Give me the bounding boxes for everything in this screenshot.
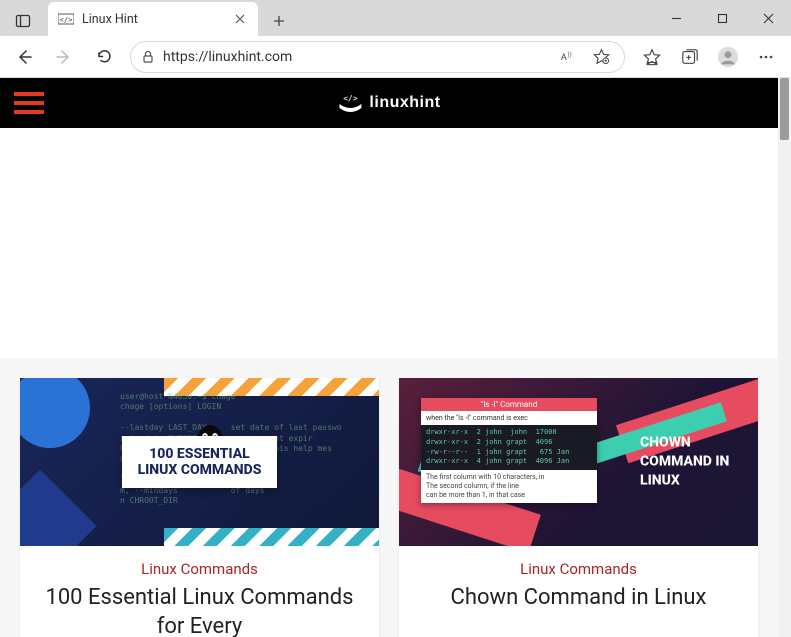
- back-button[interactable]: [6, 39, 42, 75]
- page-content: </> linuxhint user@host-N4050:~$ chage c…: [0, 78, 778, 637]
- tab-strip: </> Linux Hint: [6, 0, 294, 36]
- refresh-button[interactable]: [86, 39, 122, 75]
- close-window-button[interactable]: [745, 0, 791, 36]
- article-body: Linux Commands 100 Essential Linux Comma…: [20, 546, 379, 637]
- mini-window: "ls -l" Command when the "ls -l" command…: [421, 398, 597, 503]
- forward-button[interactable]: [46, 39, 82, 75]
- collections-button[interactable]: [671, 39, 709, 75]
- browser-titlebar: </> Linux Hint: [0, 0, 791, 36]
- minimize-button[interactable]: [653, 0, 699, 36]
- svg-text:</>: </>: [343, 94, 358, 103]
- hamburger-bar-icon: [14, 92, 44, 96]
- banner-line: LINUX COMMANDS: [138, 462, 262, 478]
- window-controls: [653, 0, 791, 36]
- ad-space: [0, 128, 778, 358]
- svg-text:)): )): [567, 52, 571, 59]
- article-card[interactable]: user@host-N4050:~$ chage chage [options]…: [20, 378, 379, 637]
- thumbnail-title: CHOWN COMMAND IN LINUX: [640, 434, 740, 491]
- lock-icon: [141, 50, 155, 64]
- address-bar[interactable]: https://linuxhint.com A)): [130, 41, 625, 73]
- mini-window-note: The first column with 10 characters, in …: [421, 470, 597, 503]
- toolbar-actions: [633, 39, 785, 75]
- article-thumbnail: "ls -l" Command when the "ls -l" command…: [399, 378, 758, 546]
- maximize-button[interactable]: [699, 0, 745, 36]
- read-aloud-button[interactable]: A)): [554, 39, 580, 75]
- mini-window-term: drwxr-xr-x 2 john john 17000 drwxr-xr-x …: [421, 425, 597, 470]
- article-thumbnail: user@host-N4050:~$ chage chage [options]…: [20, 378, 379, 546]
- site-header: </> linuxhint: [0, 78, 778, 128]
- browser-toolbar: https://linuxhint.com A)): [0, 36, 791, 78]
- article-card[interactable]: "ls -l" Command when the "ls -l" command…: [399, 378, 758, 637]
- favorites-star-button[interactable]: [588, 39, 614, 75]
- mini-window-body: when the "ls -l" command is exec: [421, 411, 597, 425]
- tab-actions-button[interactable]: [6, 6, 40, 36]
- site-logo[interactable]: </> linuxhint: [337, 90, 440, 116]
- article-grid: user@host-N4050:~$ chage chage [options]…: [0, 358, 778, 637]
- logo-icon: </>: [337, 90, 363, 116]
- hamburger-bar-icon: [14, 110, 44, 114]
- settings-menu-button[interactable]: [747, 39, 785, 75]
- url-text: https://linuxhint.com: [163, 49, 546, 65]
- article-title[interactable]: 100 Essential Linux Commands for Every: [30, 584, 369, 637]
- svg-text:A: A: [560, 52, 566, 63]
- scrollbar-track[interactable]: [778, 78, 791, 637]
- browser-tab[interactable]: </> Linux Hint: [48, 2, 258, 36]
- menu-button[interactable]: [14, 86, 48, 120]
- thumbnail-banner: 100 ESSENTIAL LINUX COMMANDS: [122, 436, 278, 488]
- new-tab-button[interactable]: [264, 6, 294, 36]
- article-category[interactable]: Linux Commands: [409, 560, 748, 578]
- logo-text: linuxhint: [369, 94, 440, 112]
- hamburger-bar-icon: [14, 101, 44, 105]
- scrollbar-thumb[interactable]: [780, 78, 789, 140]
- viewport: </> linuxhint user@host-N4050:~$ chage c…: [0, 78, 791, 637]
- tab-close-button[interactable]: [232, 11, 248, 27]
- banner-line: 100 ESSENTIAL: [149, 446, 250, 462]
- article-body: Linux Commands Chown Command in Linux: [399, 546, 758, 617]
- article-category[interactable]: Linux Commands: [30, 560, 369, 578]
- favicon-icon: </>: [58, 11, 74, 27]
- favorites-list-button[interactable]: [633, 39, 671, 75]
- mini-window-header: "ls -l" Command: [421, 398, 597, 411]
- profile-button[interactable]: [709, 39, 747, 75]
- svg-text:</>: </>: [60, 16, 73, 24]
- article-title[interactable]: Chown Command in Linux: [409, 584, 748, 613]
- tab-title: Linux Hint: [82, 12, 224, 27]
